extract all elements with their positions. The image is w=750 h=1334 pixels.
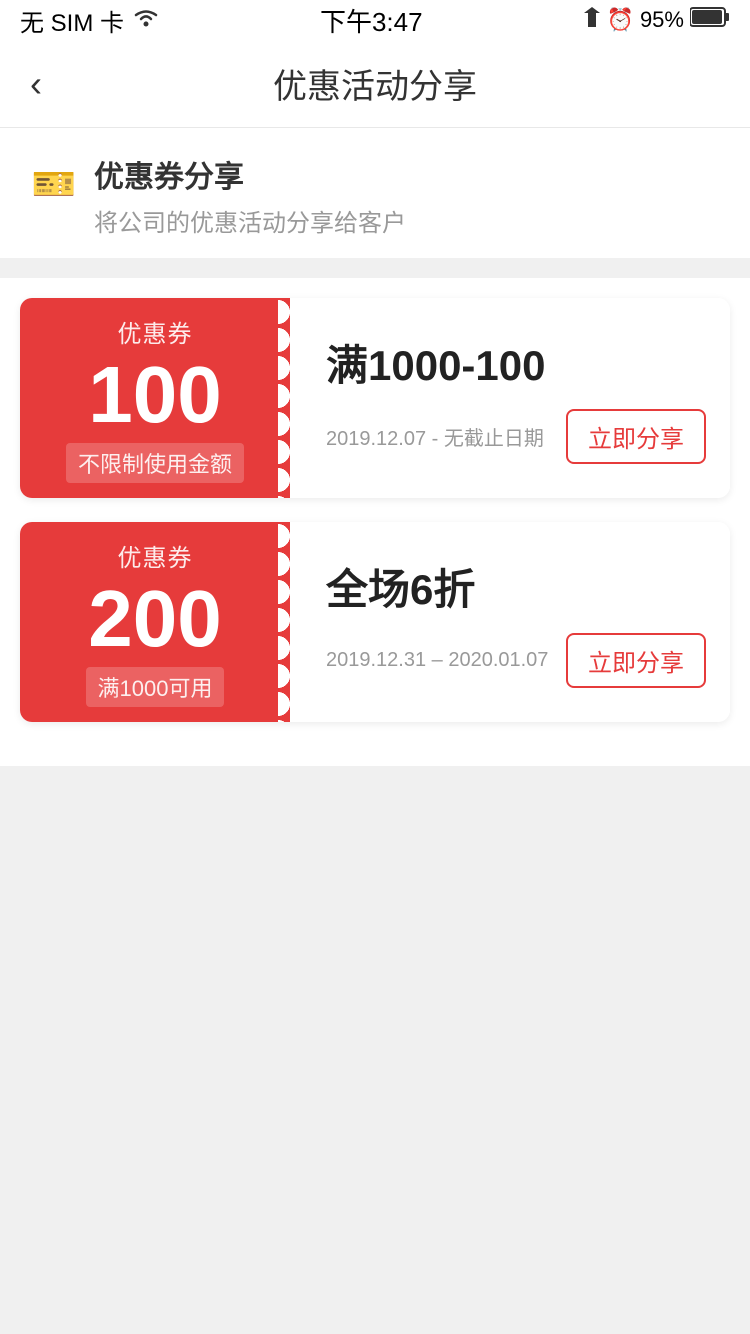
coupon-card-1: 优惠券 100 不限制使用金额 满1000-100 2019.12.07 - 无… [20, 298, 730, 498]
coupon-name-2: 全场6折 [326, 556, 706, 617]
location-icon [583, 6, 601, 34]
section-header: 🎫 优惠券分享 将公司的优惠活动分享给客户 [0, 128, 750, 258]
coupon-date-2: 2019.12.31 – 2020.01.07 [326, 649, 548, 672]
status-right: ⏰ 95% [583, 6, 730, 34]
alarm-icon: ⏰ [607, 7, 634, 33]
coupon-amount-2: 200 [88, 579, 221, 659]
coupon-right-1: 满1000-100 2019.12.07 - 无截止日期 立即分享 [290, 298, 730, 498]
coupon-amount-1: 100 [88, 355, 221, 435]
coupon-bottom-1: 2019.12.07 - 无截止日期 立即分享 [326, 409, 706, 464]
section-text: 优惠券分享 将公司的优惠活动分享给客户 [94, 158, 406, 238]
coupon-bottom-2: 2019.12.31 – 2020.01.07 立即分享 [326, 633, 706, 688]
coupon-date-1: 2019.12.07 - 无截止日期 [326, 422, 544, 451]
coupon-share-icon: 🎫 [30, 160, 78, 208]
coupon-label-1: 优惠券 [118, 314, 193, 349]
share-button-2[interactable]: 立即分享 [566, 633, 706, 688]
section-title: 优惠券分享 [94, 158, 406, 197]
nav-bar: ‹ 优惠活动分享 [0, 40, 750, 128]
divider-1 [0, 258, 750, 278]
wifi-icon [132, 6, 160, 34]
status-bar: 无 SIM 卡 下午3:47 ⏰ 95% [0, 0, 750, 40]
coupon-card-2: 优惠券 200 满1000可用 全场6折 2019.12.31 – 2020.0… [20, 522, 730, 722]
no-sim-text: 无 SIM 卡 [20, 3, 124, 38]
share-button-1[interactable]: 立即分享 [566, 409, 706, 464]
status-left: 无 SIM 卡 [20, 3, 160, 38]
status-time: 下午3:47 [320, 2, 423, 39]
empty-area [0, 766, 750, 1266]
coupon-right-2: 全场6折 2019.12.31 – 2020.01.07 立即分享 [290, 522, 730, 722]
coupon-left-2: 优惠券 200 满1000可用 [20, 522, 290, 722]
section-subtitle: 将公司的优惠活动分享给客户 [94, 203, 406, 238]
nav-title: 优惠活动分享 [273, 59, 477, 108]
coupon-label-2: 优惠券 [118, 538, 193, 573]
coupon-left-1: 优惠券 100 不限制使用金额 [20, 298, 290, 498]
battery-text: 95% [640, 7, 684, 33]
battery-icon [690, 6, 730, 34]
coupon-name-1: 满1000-100 [326, 332, 706, 393]
coupon-condition-2: 满1000可用 [86, 667, 225, 707]
back-button[interactable]: ‹ [30, 63, 42, 105]
coupon-list: 优惠券 100 不限制使用金额 满1000-100 2019.12.07 - 无… [0, 278, 750, 766]
coupon-condition-1: 不限制使用金额 [66, 443, 244, 483]
